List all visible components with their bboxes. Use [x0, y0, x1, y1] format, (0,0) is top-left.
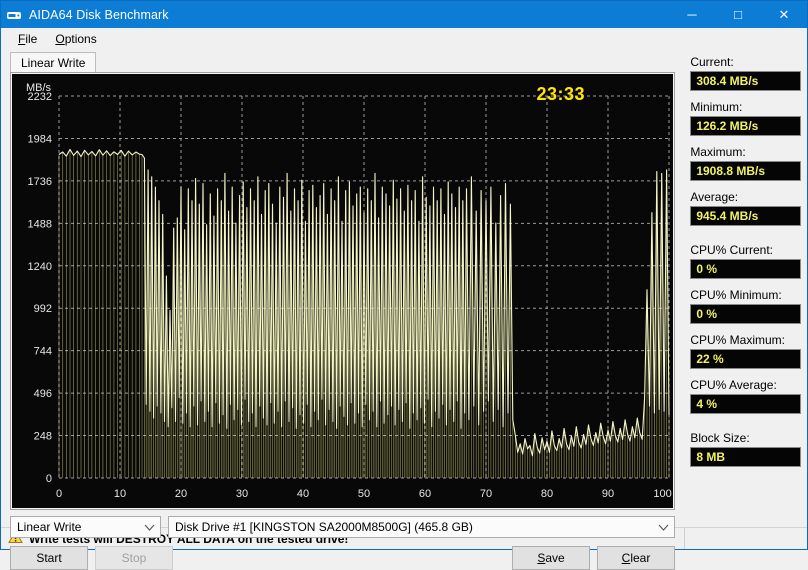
stat-cpu-minimum: CPU% Minimum: 0 % [683, 288, 807, 324]
benchmark-chart-panel: MB/s 23:33 0 248 496 744 992 1240 1488 1736 1984… [10, 72, 675, 510]
status-divider [684, 527, 685, 549]
benchmark-chart: MB/s 23:33 0 248 496 744 992 1240 1488 1736 1984… [12, 74, 673, 508]
stat-minimum: Minimum: 126.2 MB/s [683, 100, 807, 136]
content-area: Linear Write MB/s 23:33 0 248 496 744 992 124… [1, 50, 807, 570]
stats-panel: Current: 308.4 MB/s Minimum: 126.2 MB/s … [683, 50, 807, 527]
stat-current-label: Current: [690, 55, 734, 69]
svg-text:90: 90 [602, 488, 614, 500]
drive-select-value: Disk Drive #1 [KINGSTON SA2000M8500G] (4… [175, 520, 473, 534]
svg-text:992: 992 [34, 303, 52, 315]
combo-row: Linear Write Disk Drive #1 [KINGSTON SA2… [10, 516, 675, 538]
menu-options-rest: ptions [64, 32, 97, 46]
stat-cpu-average: CPU% Average: 4 % [683, 378, 807, 414]
stat-cpu-minimum-value: 0 % [690, 304, 801, 324]
stat-cpu-maximum-label: CPU% Maximum: [690, 333, 785, 347]
elapsed-timer: 23:33 [536, 84, 585, 104]
stat-minimum-value: 126.2 MB/s [690, 116, 801, 136]
chevron-down-icon [141, 524, 158, 531]
controls-area: Linear Write Disk Drive #1 [KINGSTON SA2… [10, 516, 675, 570]
chevron-down-icon [655, 524, 672, 531]
svg-text:1488: 1488 [28, 218, 52, 230]
stat-maximum-label: Maximum: [690, 145, 746, 159]
stat-current-value: 308.4 MB/s [690, 71, 801, 91]
svg-text:0: 0 [56, 488, 62, 500]
svg-text:100 %: 100 % [653, 488, 673, 500]
svg-text:80: 80 [541, 488, 553, 500]
stat-cpu-minimum-label: CPU% Minimum: [690, 288, 782, 302]
window-controls: ─ □ ✕ [669, 1, 807, 28]
save-mnemonic: S [537, 551, 546, 565]
stats-gap-2 [683, 423, 807, 431]
stat-current: Current: 308.4 MB/s [683, 55, 807, 91]
stat-cpu-maximum: CPU% Maximum: 22 % [683, 333, 807, 369]
stat-cpu-maximum-value: 22 % [690, 349, 801, 369]
clear-rest: lear [630, 551, 651, 565]
y-axis-unit-label: MB/s [26, 82, 52, 94]
window-title: AIDA64 Disk Benchmark [29, 7, 169, 22]
svg-text:0: 0 [46, 473, 52, 485]
minimize-icon[interactable]: ─ [669, 1, 715, 28]
svg-text:496: 496 [34, 388, 52, 400]
stat-average-value: 945.4 MB/s [690, 206, 801, 226]
maximize-icon[interactable]: □ [715, 1, 761, 28]
clear-mnemonic: C [621, 551, 631, 565]
app-window: AIDA64 Disk Benchmark ─ □ ✕ File Options… [0, 0, 808, 570]
menu-item-options[interactable]: Options [46, 30, 105, 48]
tab-strip: Linear Write [10, 52, 97, 73]
test-type-value: Linear Write [17, 520, 82, 534]
svg-text:248: 248 [34, 431, 52, 443]
menu-item-file[interactable]: File [9, 30, 46, 48]
svg-text:30: 30 [236, 488, 248, 500]
svg-text:1736: 1736 [28, 176, 52, 188]
svg-text:744: 744 [34, 346, 52, 358]
stat-block-size-label: Block Size: [690, 431, 750, 445]
menu-file-rest: ile [25, 32, 38, 46]
stats-gap [683, 235, 807, 243]
stat-maximum-value: 1908.8 MB/s [690, 161, 801, 181]
close-icon[interactable]: ✕ [761, 1, 807, 28]
svg-text:40: 40 [297, 488, 309, 500]
svg-text:70: 70 [480, 488, 492, 500]
stat-average: Average: 945.4 MB/s [683, 190, 807, 226]
svg-text:1240: 1240 [28, 261, 52, 273]
svg-text:60: 60 [419, 488, 431, 500]
title-bar: AIDA64 Disk Benchmark ─ □ ✕ [1, 1, 807, 28]
stat-cpu-average-label: CPU% Average: [690, 378, 777, 392]
test-type-dropdown[interactable]: Linear Write [10, 516, 161, 538]
menu-bar: File Options [1, 28, 807, 50]
disk-drive-icon [1, 1, 27, 28]
chart-column: Linear Write MB/s 23:33 0 248 496 744 992 124… [1, 50, 683, 570]
menu-options-mnemonic: O [55, 32, 65, 46]
svg-text:20: 20 [175, 488, 187, 500]
stat-maximum: Maximum: 1908.8 MB/s [683, 145, 807, 181]
stat-cpu-current-label: CPU% Current: [690, 243, 773, 257]
stat-cpu-current: CPU% Current: 0 % [683, 243, 807, 279]
stat-minimum-label: Minimum: [690, 100, 743, 114]
svg-text:50: 50 [358, 488, 370, 500]
stat-block-size-value: 8 MB [690, 447, 801, 467]
stat-cpu-average-value: 4 % [690, 394, 801, 414]
tab-linear-write[interactable]: Linear Write [10, 52, 97, 73]
save-rest: ave [545, 551, 565, 565]
drive-select-dropdown[interactable]: Disk Drive #1 [KINGSTON SA2000M8500G] (4… [168, 516, 675, 538]
stat-block-size: Block Size: 8 MB [683, 431, 807, 467]
stat-average-label: Average: [690, 190, 739, 204]
chart-canvas: 0248496744992124014881736198422320 10 20 30… [28, 91, 673, 500]
stat-cpu-current-value: 0 % [690, 259, 801, 279]
svg-text:1984: 1984 [28, 133, 52, 145]
svg-text:10: 10 [114, 488, 126, 500]
